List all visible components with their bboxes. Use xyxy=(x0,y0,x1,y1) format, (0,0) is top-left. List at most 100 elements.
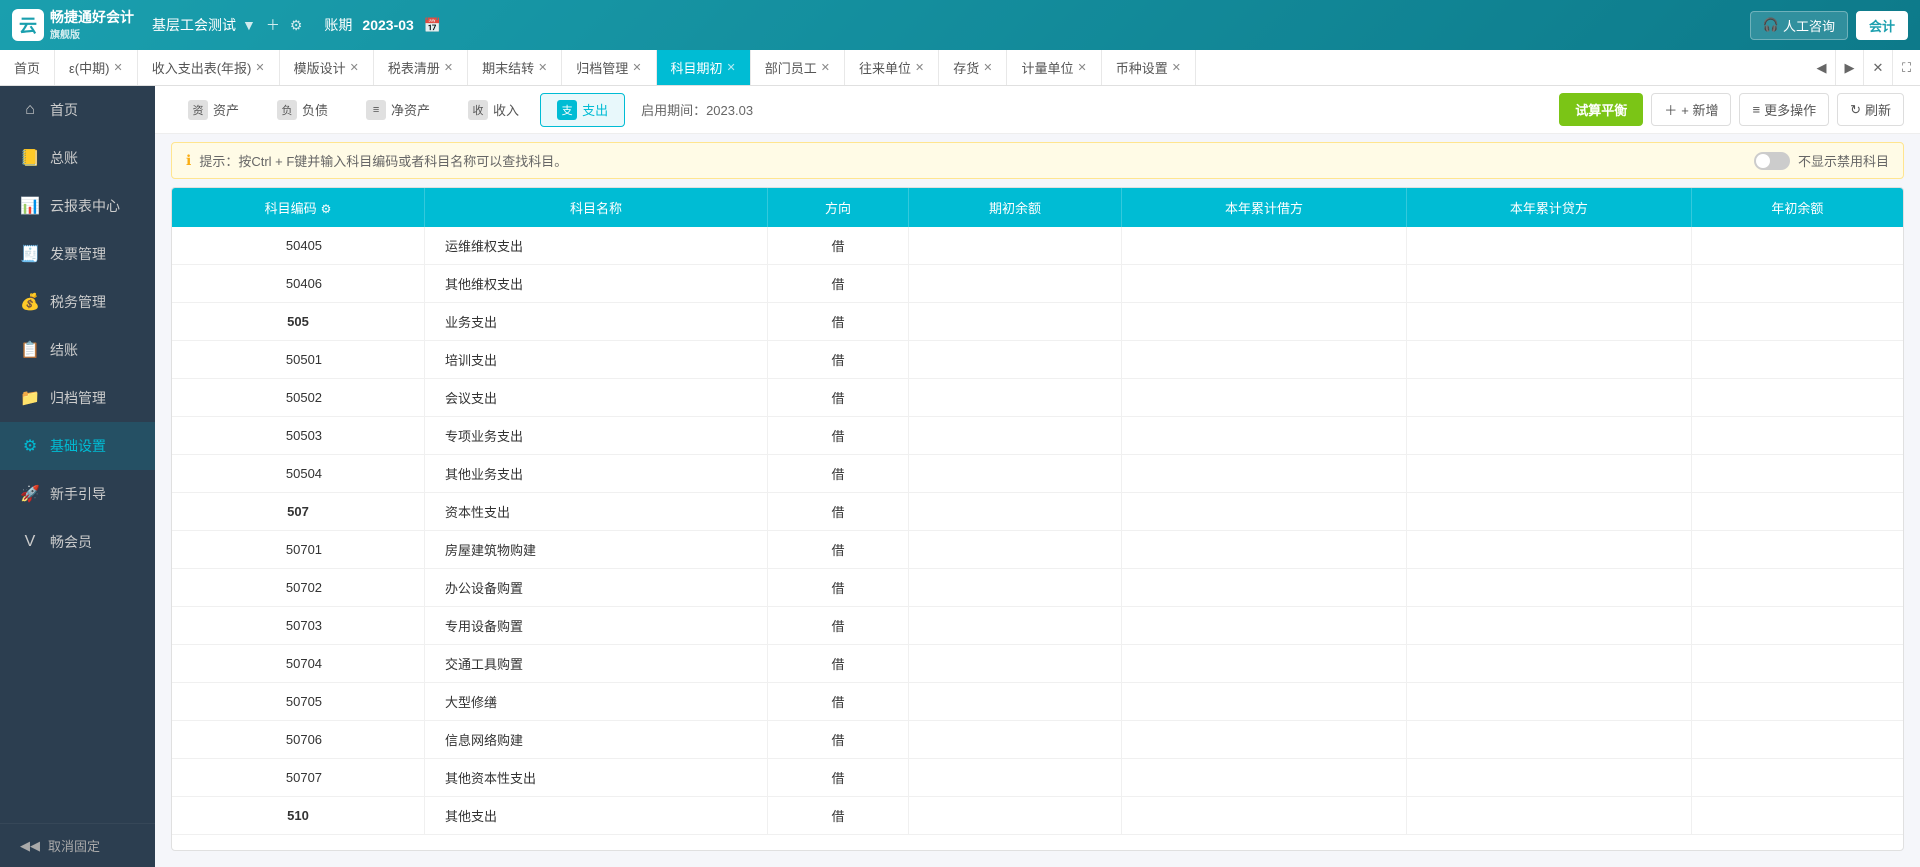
info-text: 提示：按Ctrl + F键并输入科目编码或者科目名称可以查找科目。 xyxy=(199,151,567,170)
tab-----[interactable]: 税表清册✕ xyxy=(374,50,468,85)
sidebar-item-reports[interactable]: 📊 云报表中心 xyxy=(0,182,155,230)
tab-close-icon[interactable]: ✕ xyxy=(727,61,736,74)
tab---[interactable]: 存货✕ xyxy=(939,50,1007,85)
tab-close-icon[interactable]: ✕ xyxy=(538,61,547,74)
sub-tab-expenditure[interactable]: 支 支出 xyxy=(540,93,625,127)
app-name: 畅捷通好会计 xyxy=(50,9,134,26)
tab-----[interactable]: 计量单位✕ xyxy=(1007,50,1101,85)
tab-----[interactable]: 科目期初 ✕ xyxy=(657,50,751,85)
sub-tab-assets[interactable]: 资 资产 xyxy=(171,93,256,127)
gear-icon[interactable]: ⚙ xyxy=(321,202,332,216)
cell-direction: 借 xyxy=(767,569,908,607)
settings-icon[interactable]: ⚙ xyxy=(290,17,303,34)
tab-close-icon[interactable]: ✕ xyxy=(113,61,122,74)
tab-close-all-button[interactable]: ✕ xyxy=(1864,50,1892,85)
sidebar-item-home[interactable]: ⌂ 首页 xyxy=(0,86,155,134)
tab-next-button[interactable]: ▶ xyxy=(1836,50,1864,85)
sub-tab-income[interactable]: 收 收入 xyxy=(451,93,536,127)
period-info: 启用期间：2023.03 xyxy=(641,100,753,119)
support-button[interactable]: 🎧 人工咨询 xyxy=(1750,11,1848,40)
tab-close-icon[interactable]: ✕ xyxy=(444,61,453,74)
tab----------[interactable]: 收入支出表(年报)✕ xyxy=(138,50,280,85)
tab-label: 首页 xyxy=(14,58,40,77)
add-icon: ＋ xyxy=(1664,100,1677,119)
cell-code: 505 xyxy=(172,303,424,341)
cell-code: 50702 xyxy=(172,569,424,607)
member-icon: V xyxy=(20,533,40,551)
tab---[interactable]: 首页 xyxy=(0,50,55,85)
sidebar-item-member[interactable]: V 畅会员 xyxy=(0,518,155,566)
cell-name: 房屋建筑物购建 xyxy=(424,531,767,569)
cell-year-credit xyxy=(1406,303,1691,341)
tab-----[interactable]: 期末结转✕ xyxy=(468,50,562,85)
refresh-icon: ↻ xyxy=(1850,102,1861,118)
cell-name: 培训支出 xyxy=(424,341,767,379)
tab-----[interactable]: 币种设置✕ xyxy=(1102,50,1196,85)
cell-year-credit xyxy=(1406,645,1691,683)
info-bar: ℹ 提示：按Ctrl + F键并输入科目编码或者科目名称可以查找科目。 不显示禁… xyxy=(171,142,1904,179)
cell-year-balance xyxy=(1691,797,1903,835)
refresh-button[interactable]: ↻ 刷新 xyxy=(1837,93,1904,126)
balance-button[interactable]: 试算平衡 xyxy=(1559,93,1643,126)
sidebar-item-tax[interactable]: 💰 税务管理 xyxy=(0,278,155,326)
col-header-code: 科目编码⚙ xyxy=(172,188,424,227)
tab-----[interactable]: 模版设计✕ xyxy=(280,50,374,85)
sidebar-item-archive[interactable]: 📁 归档管理 xyxy=(0,374,155,422)
cell-year-debit xyxy=(1122,721,1407,759)
sub-tab-icon-income: 收 xyxy=(468,100,488,120)
company-name[interactable]: 基层工会测试 ▼ ＋ ⚙ 账期 2023-03 📅 xyxy=(152,15,1740,35)
cell-year-debit xyxy=(1122,455,1407,493)
sub-tab-icon-assets: 资 xyxy=(188,100,208,120)
tab-----[interactable]: 往来单位 ✕ xyxy=(845,50,939,85)
tab-----[interactable]: 归档管理✕ xyxy=(562,50,656,85)
sub-tab-icon-liabilities: 负 xyxy=(277,100,297,120)
tab-bar: 首页ε(中期)✕收入支出表(年报)✕模版设计✕税表清册✕期末结转✕归档管理✕科目… xyxy=(0,50,1920,86)
more-button[interactable]: ≡ 更多操作 xyxy=(1739,93,1829,126)
tab-expand-button[interactable]: ⛶ xyxy=(1892,50,1920,85)
table-container[interactable]: 科目编码⚙科目名称方向期初余额本年累计借方本年累计贷方年初余额 50405 运维… xyxy=(171,187,1904,851)
tab-close-icon[interactable]: ✕ xyxy=(1172,61,1181,74)
tab-close-icon[interactable]: ✕ xyxy=(983,61,992,74)
sub-tab-label: 资产 xyxy=(213,100,239,119)
cell-period-balance xyxy=(909,341,1122,379)
cell-name: 其他支出 xyxy=(424,797,767,835)
add-button[interactable]: ＋ + 新增 xyxy=(1651,93,1731,126)
tab------[interactable]: ε(中期) ✕ xyxy=(55,50,138,85)
cell-year-balance xyxy=(1691,455,1903,493)
cell-year-debit xyxy=(1122,379,1407,417)
cell-year-balance xyxy=(1691,607,1903,645)
tab-close-icon[interactable]: ✕ xyxy=(350,61,359,74)
tab-close-icon[interactable]: ✕ xyxy=(632,61,641,74)
tab-----[interactable]: 部门员工✕ xyxy=(751,50,845,85)
cell-code: 510 xyxy=(172,797,424,835)
tab-close-icon[interactable]: ✕ xyxy=(915,61,924,74)
disable-toggle[interactable] xyxy=(1754,152,1790,170)
tab-close-icon[interactable]: ✕ xyxy=(821,61,830,74)
sidebar-label: 税务管理 xyxy=(50,292,106,312)
sub-tab-net-assets[interactable]: ≡ 净资产 xyxy=(349,93,447,127)
add-company-icon[interactable]: ＋ xyxy=(266,15,280,35)
tab-prev-button[interactable]: ◀ xyxy=(1808,50,1836,85)
calendar-icon[interactable]: 📅 xyxy=(424,17,441,34)
cell-year-credit xyxy=(1406,683,1691,721)
sidebar-item-guide[interactable]: 🚀 新手引导 xyxy=(0,470,155,518)
table-row: 50406 其他维权支出 借 xyxy=(172,265,1903,303)
tab-label: ε(中期) xyxy=(69,58,109,77)
cell-year-balance xyxy=(1691,759,1903,797)
role-button[interactable]: 会计 xyxy=(1856,11,1908,40)
sidebar-item-settings[interactable]: ⚙ 基础设置 xyxy=(0,422,155,470)
collapse-icon: ◀◀ xyxy=(20,838,40,854)
sidebar-item-invoice[interactable]: 🧾 发票管理 xyxy=(0,230,155,278)
cell-year-balance xyxy=(1691,493,1903,531)
sidebar-item-settlement[interactable]: 📋 结账 xyxy=(0,326,155,374)
tab-close-icon[interactable]: ✕ xyxy=(255,61,264,74)
tab-close-icon[interactable]: ✕ xyxy=(1077,61,1086,74)
sidebar-label: 基础设置 xyxy=(50,436,106,456)
sub-tab-liabilities[interactable]: 负 负债 xyxy=(260,93,345,127)
tab-label: 科目期初 xyxy=(671,58,723,77)
sidebar-collapse-button[interactable]: ◀◀ 取消固定 xyxy=(0,823,155,867)
sidebar-item-general-ledger[interactable]: 📒 总账 xyxy=(0,134,155,182)
table-row: 50702 办公设备购置 借 xyxy=(172,569,1903,607)
table-row: 50701 房屋建筑物购建 借 xyxy=(172,531,1903,569)
tab-label: 往来单位 xyxy=(859,58,911,77)
